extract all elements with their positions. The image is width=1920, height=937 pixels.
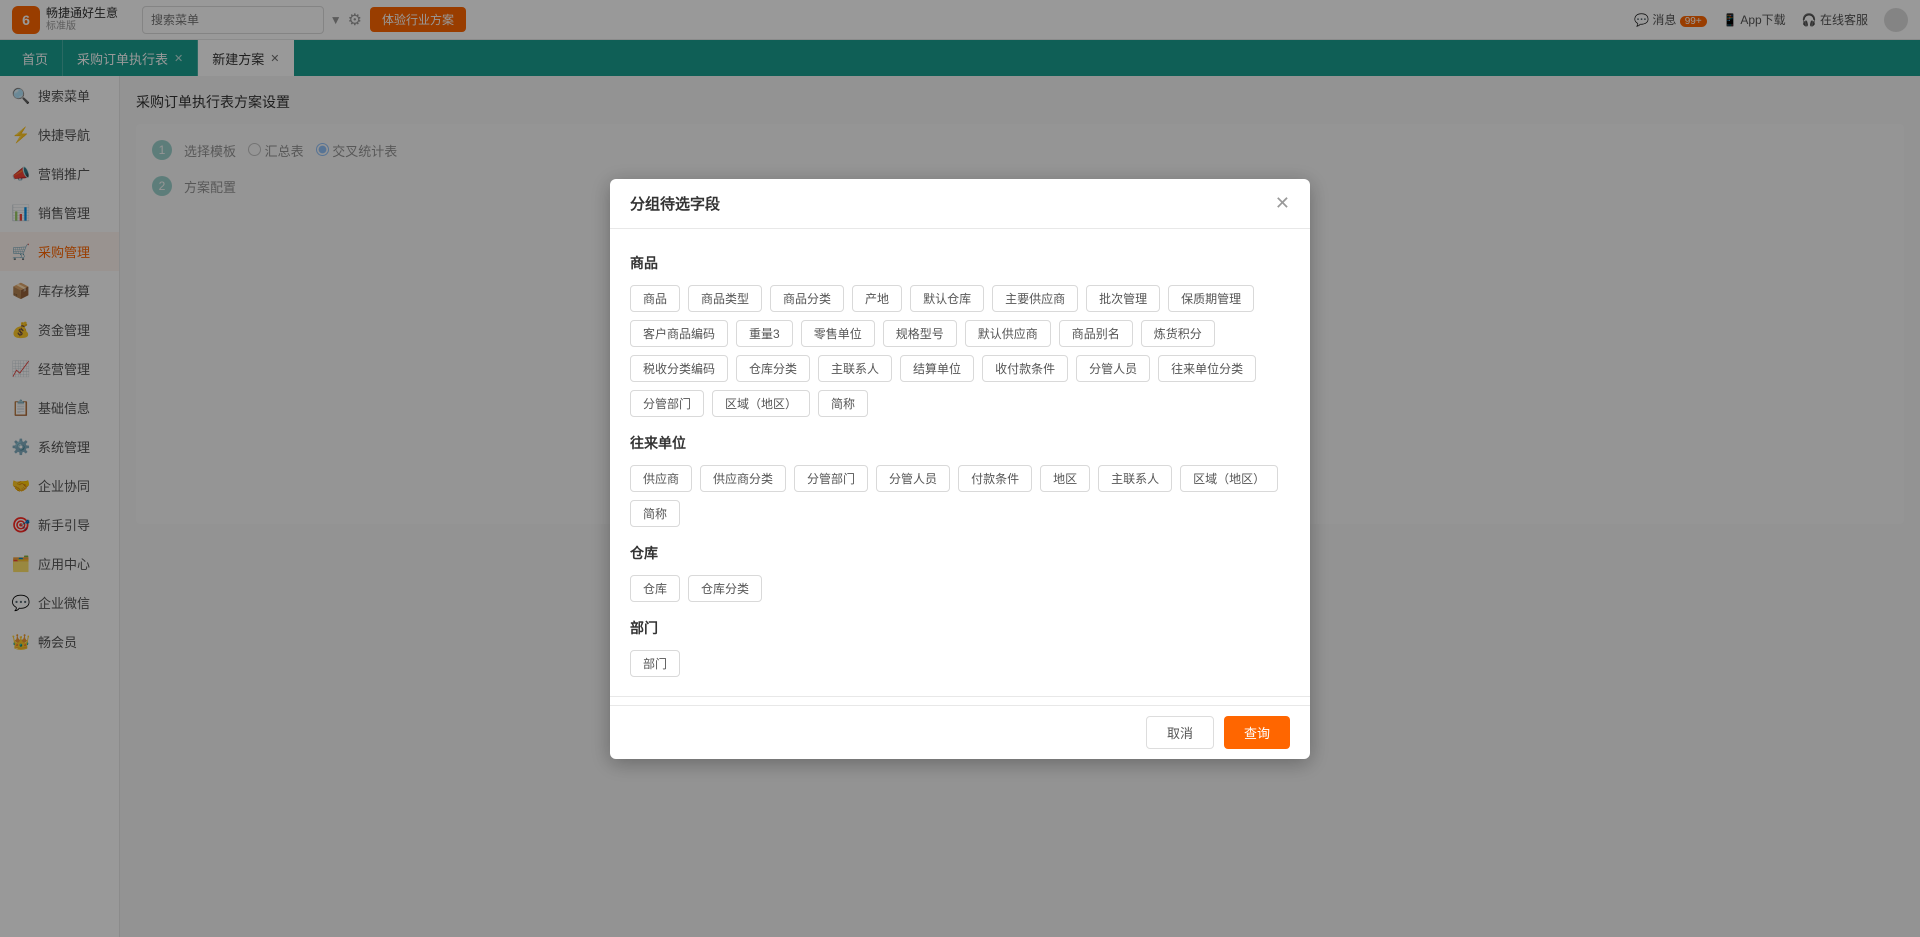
tag-warehouse-0[interactable]: 仓库 <box>630 575 680 602</box>
tag-goods-19[interactable]: 收付款条件 <box>982 355 1068 382</box>
tag-partner-1[interactable]: 供应商分类 <box>700 465 786 492</box>
tag-goods-15[interactable]: 税收分类编码 <box>630 355 728 382</box>
tag-goods-9[interactable]: 重量3 <box>736 320 793 347</box>
field-select-modal: 分组待选字段 ✕ 商品 商品 商品类型 商品分类 产地 默认仓库 主要供应商 批… <box>610 179 1310 759</box>
tag-goods-14[interactable]: 炼货积分 <box>1141 320 1215 347</box>
tag-department-0[interactable]: 部门 <box>630 650 680 677</box>
tag-goods-7[interactable]: 保质期管理 <box>1168 285 1254 312</box>
tag-goods-10[interactable]: 零售单位 <box>801 320 875 347</box>
confirm-btn[interactable]: 查询 <box>1224 716 1290 749</box>
tag-goods-3[interactable]: 产地 <box>852 285 902 312</box>
tag-partner-4[interactable]: 付款条件 <box>958 465 1032 492</box>
tag-partner-8[interactable]: 简称 <box>630 500 680 527</box>
modal-close-btn[interactable]: ✕ <box>1275 193 1290 214</box>
tag-partner-7[interactable]: 区域（地区） <box>1180 465 1278 492</box>
tag-goods-6[interactable]: 批次管理 <box>1086 285 1160 312</box>
modal-body: 商品 商品 商品类型 商品分类 产地 默认仓库 主要供应商 批次管理 保质期管理… <box>610 229 1310 696</box>
tag-goods-1[interactable]: 商品类型 <box>688 285 762 312</box>
tag-goods-16[interactable]: 仓库分类 <box>736 355 810 382</box>
tag-goods-0[interactable]: 商品 <box>630 285 680 312</box>
tag-goods-21[interactable]: 往来单位分类 <box>1158 355 1256 382</box>
tag-goods-17[interactable]: 主联系人 <box>818 355 892 382</box>
tag-grid-department: 部门 <box>630 650 1290 677</box>
tag-goods-11[interactable]: 规格型号 <box>883 320 957 347</box>
tag-partner-5[interactable]: 地区 <box>1040 465 1090 492</box>
modal-title: 分组待选字段 <box>630 193 720 214</box>
tag-goods-13[interactable]: 商品别名 <box>1059 320 1133 347</box>
tag-warehouse-1[interactable]: 仓库分类 <box>688 575 762 602</box>
section-title-warehouse: 仓库 <box>630 543 1290 563</box>
tag-partner-0[interactable]: 供应商 <box>630 465 692 492</box>
modal-footer: 取消 查询 <box>610 705 1310 759</box>
tag-goods-2[interactable]: 商品分类 <box>770 285 844 312</box>
tag-grid-goods: 商品 商品类型 商品分类 产地 默认仓库 主要供应商 批次管理 保质期管理 客户… <box>630 285 1290 417</box>
modal-overlay: 分组待选字段 ✕ 商品 商品 商品类型 商品分类 产地 默认仓库 主要供应商 批… <box>0 0 1920 937</box>
tag-goods-22[interactable]: 分管部门 <box>630 390 704 417</box>
modal-hscroll[interactable] <box>610 696 1310 705</box>
tag-goods-8[interactable]: 客户商品编码 <box>630 320 728 347</box>
tag-goods-24[interactable]: 简称 <box>818 390 868 417</box>
tag-grid-warehouse: 仓库 仓库分类 <box>630 575 1290 602</box>
tag-partner-3[interactable]: 分管人员 <box>876 465 950 492</box>
section-title-goods: 商品 <box>630 253 1290 273</box>
modal-header: 分组待选字段 ✕ <box>610 179 1310 229</box>
tag-goods-23[interactable]: 区域（地区） <box>712 390 810 417</box>
tag-goods-5[interactable]: 主要供应商 <box>992 285 1078 312</box>
section-title-department: 部门 <box>630 618 1290 638</box>
tag-partner-2[interactable]: 分管部门 <box>794 465 868 492</box>
tag-grid-partner: 供应商 供应商分类 分管部门 分管人员 付款条件 地区 主联系人 区域（地区） … <box>630 465 1290 527</box>
tag-goods-4[interactable]: 默认仓库 <box>910 285 984 312</box>
tag-goods-12[interactable]: 默认供应商 <box>965 320 1051 347</box>
cancel-btn[interactable]: 取消 <box>1146 716 1214 749</box>
tag-partner-6[interactable]: 主联系人 <box>1098 465 1172 492</box>
tag-goods-18[interactable]: 结算单位 <box>900 355 974 382</box>
tag-goods-20[interactable]: 分管人员 <box>1076 355 1150 382</box>
section-title-partner: 往来单位 <box>630 433 1290 453</box>
